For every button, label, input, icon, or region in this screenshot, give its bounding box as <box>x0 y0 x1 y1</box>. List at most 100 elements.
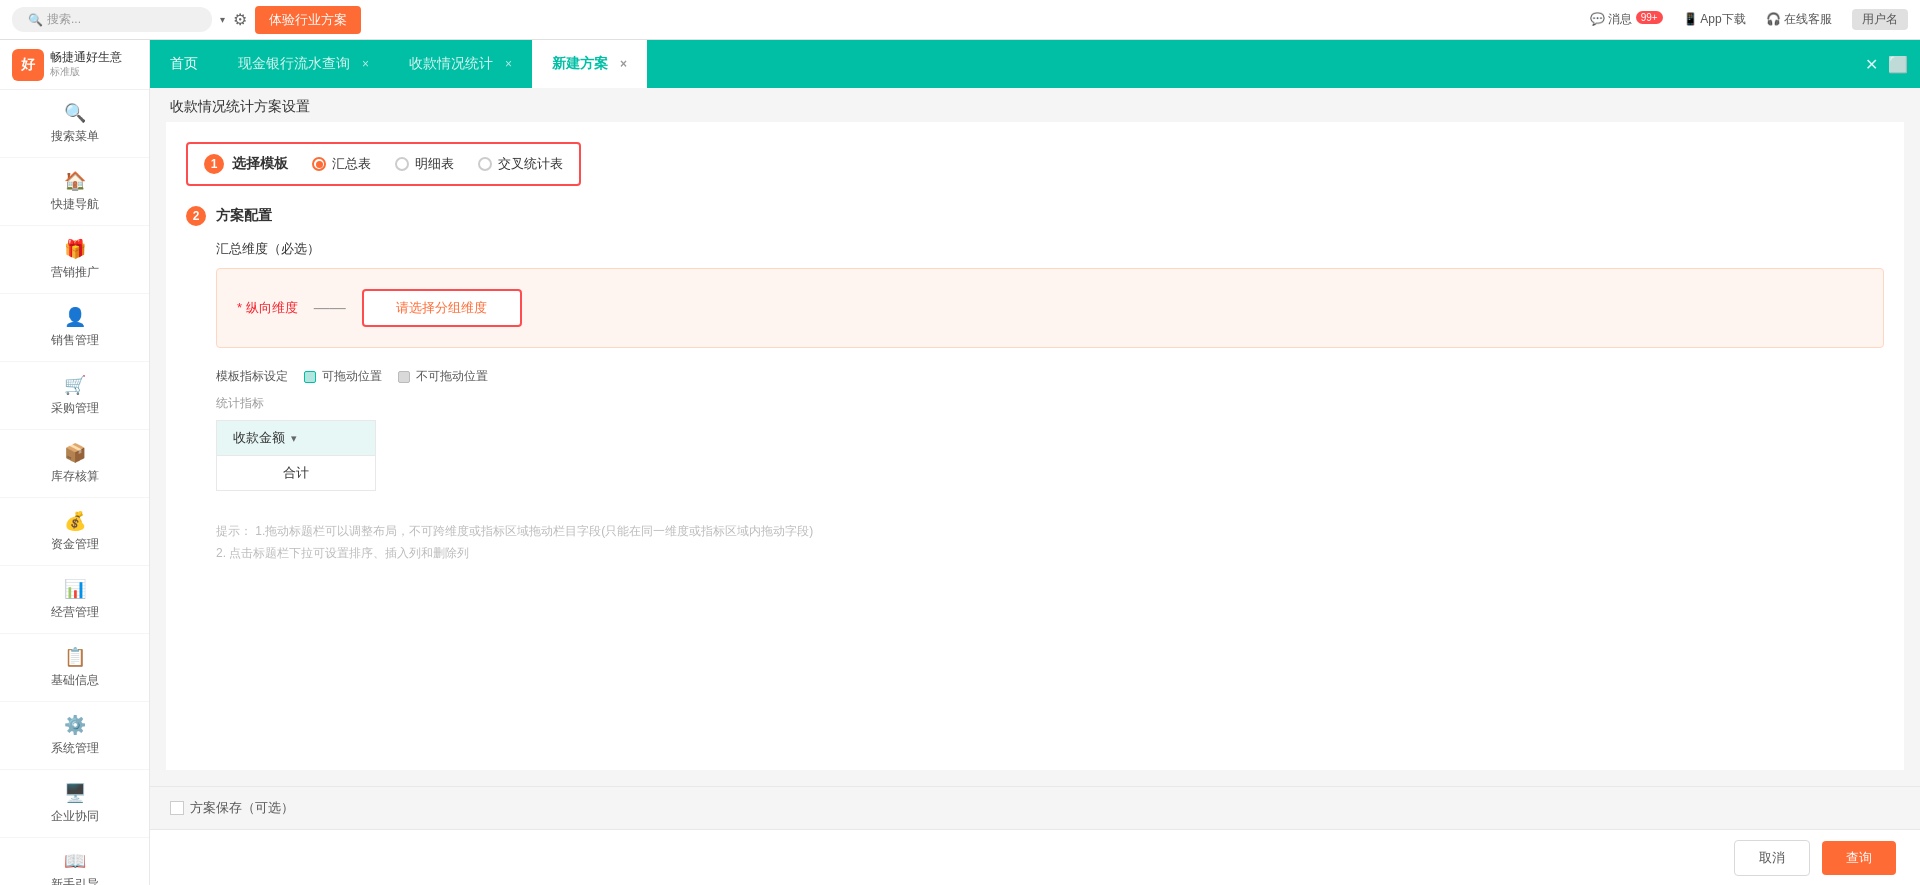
sidebar-nav: 🔍 搜索菜单 🏠 快捷导航 🎁 营销推广 👤 销售管理 🛒 采购管理 📦 <box>0 90 149 885</box>
tab-cashflow[interactable]: 现金银行流水查询 × <box>218 40 389 88</box>
indicators-header: 模板指标设定 可拖动位置 不可拖动位置 <box>216 368 1884 385</box>
gear-icon[interactable]: ⚙ <box>233 10 247 29</box>
guide-icon: 📖 <box>64 850 86 872</box>
sidebar-item-purchase[interactable]: 🛒 采购管理 <box>0 362 149 430</box>
indicator-column-label: 收款金额 <box>233 429 285 447</box>
sidebar-item-quicknav[interactable]: 🏠 快捷导航 <box>0 158 149 226</box>
indicator-table: 收款金额 ▾ 合计 <box>216 420 376 491</box>
sidebar-item-guide[interactable]: 📖 新手引导 <box>0 838 149 885</box>
tip-title: 提示： 1.拖动标题栏可以调整布局，不可跨维度或指标区域拖动栏目字段(只能在同一… <box>216 521 1884 543</box>
tab-bar: 首页 现金银行流水查询 × 收款情况统计 × 新建方案 × ✕ ⬜ <box>150 40 1920 88</box>
legend-draggable-label: 可拖动位置 <box>322 368 382 385</box>
dimension-placeholder[interactable]: 请选择分组维度 <box>362 289 522 327</box>
dropdown-arrow-icon[interactable]: ▾ <box>220 14 225 25</box>
step2-title: 方案配置 <box>216 207 272 225</box>
radio-summary[interactable]: 汇总表 <box>312 155 371 173</box>
step2-num: 2 <box>186 206 206 226</box>
system-icon: ⚙️ <box>64 714 86 736</box>
tab-close-all-icon[interactable]: ✕ <box>1865 55 1878 74</box>
radio-circle-detail <box>395 157 409 171</box>
tab-collection[interactable]: 收款情况统计 × <box>389 40 532 88</box>
radio-cross[interactable]: 交叉统计表 <box>478 155 563 173</box>
trial-button[interactable]: 体验行业方案 <box>255 6 361 34</box>
save-option[interactable]: 方案保存（可选） <box>170 799 294 817</box>
step2-header: 2 方案配置 <box>186 206 1884 226</box>
cart-icon: 🛒 <box>64 374 86 396</box>
legend-non-draggable: 不可拖动位置 <box>398 368 488 385</box>
sidebar-item-operations[interactable]: 📊 经营管理 <box>0 566 149 634</box>
save-checkbox[interactable] <box>170 801 184 815</box>
tab-collection-label: 收款情况统计 <box>409 55 493 73</box>
sidebar-item-label: 搜索菜单 <box>51 128 99 145</box>
radio-detail-label: 明细表 <box>415 155 454 173</box>
tab-collection-close[interactable]: × <box>505 57 512 71</box>
step1-title: 选择模板 <box>232 155 288 173</box>
sidebar-item-sales[interactable]: 👤 销售管理 <box>0 294 149 362</box>
sidebar-item-system[interactable]: ⚙️ 系统管理 <box>0 702 149 770</box>
main-card: 1 选择模板 汇总表 明细表 <box>166 122 1904 770</box>
sidebar-item-basic-info[interactable]: 📋 基础信息 <box>0 634 149 702</box>
non-draggable-dot <box>398 371 410 383</box>
sidebar-item-label: 系统管理 <box>51 740 99 757</box>
notification-area[interactable]: 💬 消息 99+ <box>1590 11 1663 28</box>
content-area: 收款情况统计方案设置 1 选择模板 汇 <box>150 88 1920 829</box>
tab-new-plan-label: 新建方案 <box>552 55 608 73</box>
online-support[interactable]: 🎧 在线客服 <box>1766 11 1832 28</box>
radio-circle-summary <box>312 157 326 171</box>
sidebar-item-label: 新手引导 <box>51 876 99 885</box>
indicators-category-label: 统计指标 <box>216 395 1884 412</box>
sidebar-item-label: 基础信息 <box>51 672 99 689</box>
app-download[interactable]: 📱 App下载 <box>1683 11 1746 28</box>
sidebar-item-label: 快捷导航 <box>51 196 99 213</box>
tab-cashflow-close[interactable]: × <box>362 57 369 71</box>
user-avatar[interactable]: 用户名 <box>1852 9 1908 30</box>
indicator-header[interactable]: 收款金额 ▾ <box>217 421 375 456</box>
dimension-arrow-icon: —— <box>314 299 346 317</box>
search-bar[interactable]: 🔍 搜索... <box>12 7 212 32</box>
notification-label: 消息 <box>1608 12 1632 26</box>
sidebar-item-label: 销售管理 <box>51 332 99 349</box>
radio-circle-cross <box>478 157 492 171</box>
tab-new-plan-close[interactable]: × <box>620 57 627 71</box>
info-icon: 📋 <box>64 646 86 668</box>
notification-badge: 99+ <box>1636 11 1663 24</box>
sidebar-item-inventory[interactable]: 📦 库存核算 <box>0 430 149 498</box>
sidebar-item-marketing[interactable]: 🎁 营销推广 <box>0 226 149 294</box>
tab-maximize-icon[interactable]: ⬜ <box>1888 55 1908 74</box>
step2-section: 2 方案配置 汇总维度（必选） * 纵向维度 —— 请选择分组维度 <box>186 206 1884 574</box>
top-header: 🔍 搜索... ▾ ⚙ 体验行业方案 💬 消息 99+ 📱 App下载 🎧 在线… <box>0 0 1920 40</box>
tab-new-plan[interactable]: 新建方案 × <box>532 40 647 88</box>
indicators-title: 模板指标设定 <box>216 368 288 385</box>
tips-section: 提示： 1.拖动标题栏可以调整布局，不可跨维度或指标区域拖动栏目字段(只能在同一… <box>216 511 1884 574</box>
dimension-row-label: * 纵向维度 <box>237 299 298 317</box>
sidebar-item-label: 经营管理 <box>51 604 99 621</box>
header-right: 💬 消息 99+ 📱 App下载 🎧 在线客服 用户名 <box>1590 9 1908 30</box>
radio-detail[interactable]: 明细表 <box>395 155 454 173</box>
footer-buttons: 取消 查询 <box>150 829 1920 885</box>
template-radio-group: 汇总表 明细表 交叉统计表 <box>312 155 563 173</box>
tab-home[interactable]: 首页 <box>150 40 218 88</box>
tip1-text: 1.拖动标题栏可以调整布局，不可跨维度或指标区域拖动栏目字段(只能在同一维度或指… <box>255 524 813 538</box>
sales-icon: 👤 <box>64 306 86 328</box>
tip2-text: 2. 点击标题栏下拉可设置排序、插入列和删除列 <box>216 543 1884 565</box>
dimension-row: * 纵向维度 —— 请选择分组维度 <box>237 289 1863 327</box>
gift-icon: 🎁 <box>64 238 86 260</box>
query-button[interactable]: 查询 <box>1822 841 1896 875</box>
radio-cross-label: 交叉统计表 <box>498 155 563 173</box>
step1-header: 1 选择模板 汇总表 明细表 <box>186 142 1884 186</box>
page-title: 收款情况统计方案设置 <box>150 88 1920 122</box>
indicator-dropdown-btn[interactable]: ▾ <box>291 432 297 445</box>
sidebar-item-finance[interactable]: 💰 资金管理 <box>0 498 149 566</box>
cancel-button[interactable]: 取消 <box>1734 840 1810 876</box>
sidebar-item-collab[interactable]: 🖥️ 企业协同 <box>0 770 149 838</box>
indicator-total-cell: 合计 <box>217 456 375 490</box>
sidebar-item-search[interactable]: 🔍 搜索菜单 <box>0 90 149 158</box>
logo-sub: 标准版 <box>50 65 122 79</box>
sidebar: 好 畅捷通好生意 标准版 🔍 搜索菜单 🏠 快捷导航 🎁 营销推广 👤 销售管理 <box>0 40 150 885</box>
home-icon: 🏠 <box>64 170 86 192</box>
bottom-bar: 方案保存（可选） <box>150 786 1920 829</box>
tab-bar-right: ✕ ⬜ <box>1865 55 1920 74</box>
template-selection-box: 1 选择模板 汇总表 明细表 <box>186 142 581 186</box>
step1-num: 1 <box>204 154 224 174</box>
radio-summary-label: 汇总表 <box>332 155 371 173</box>
